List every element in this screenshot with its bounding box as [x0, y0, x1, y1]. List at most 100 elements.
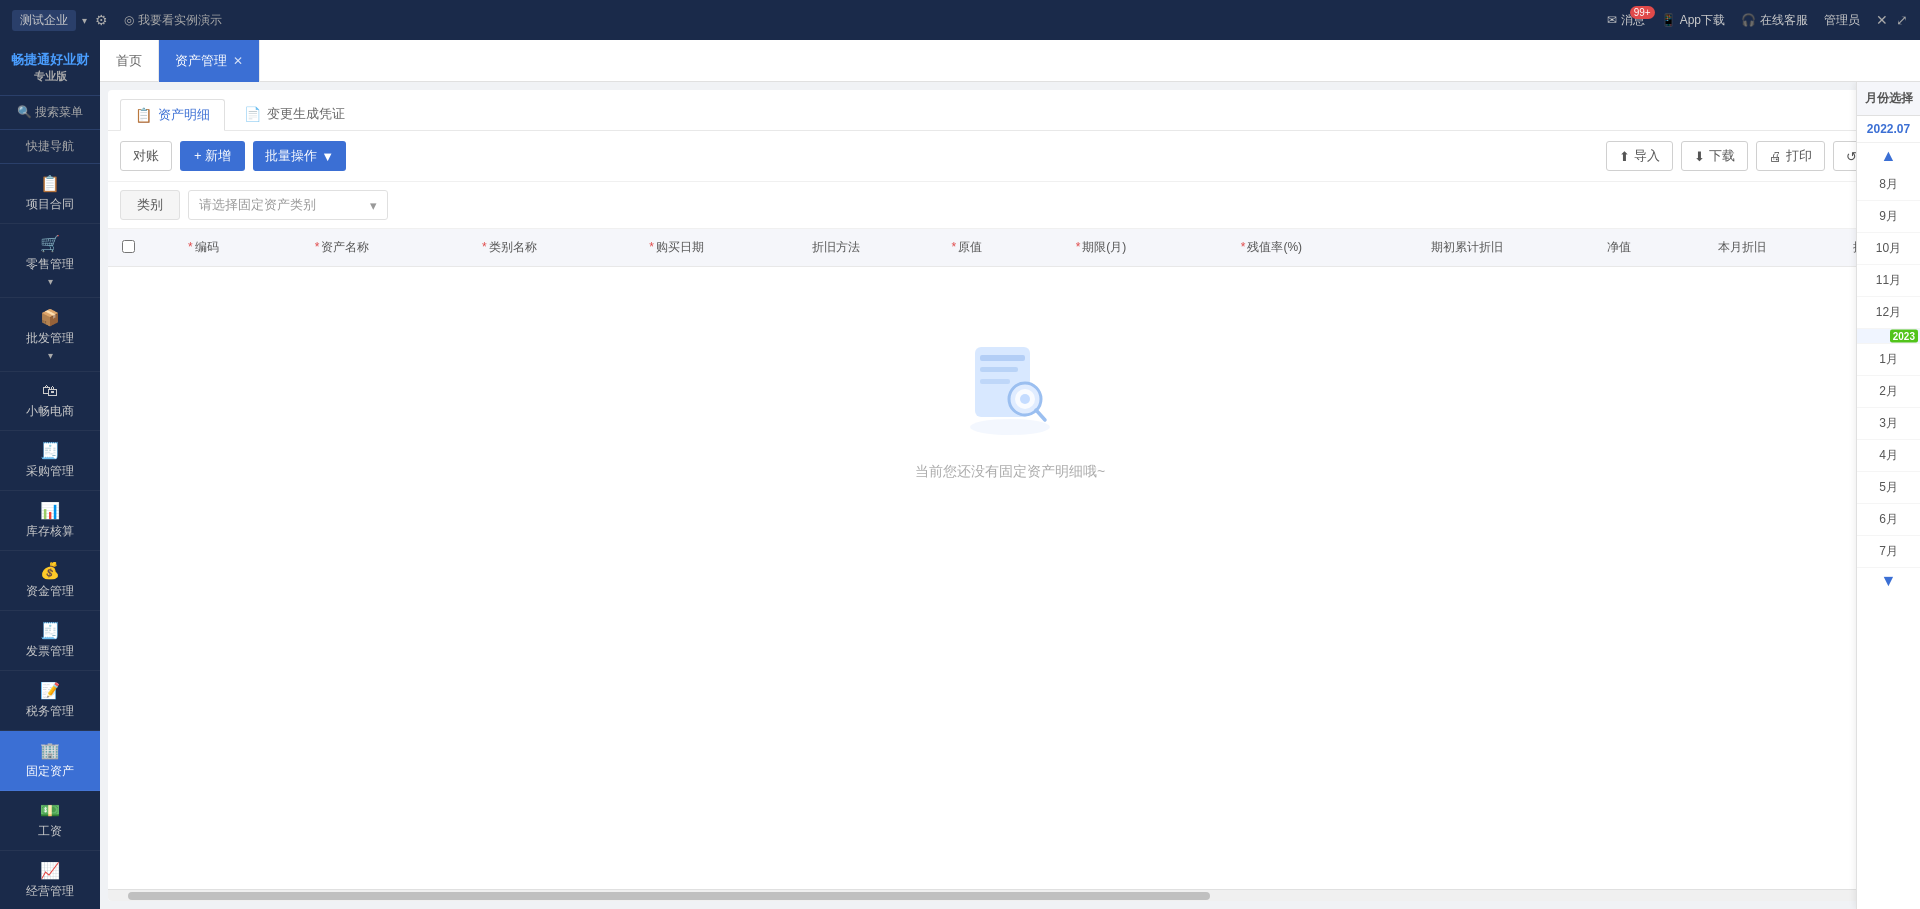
online-service-button[interactable]: 🎧 在线客服 — [1741, 12, 1808, 29]
sidebar-item-tax[interactable]: 📝 税务管理 — [0, 671, 100, 731]
sidebar-item-purchase[interactable]: 🧾 采购管理 — [0, 431, 100, 491]
col-accumulated-depreciation: 期初累计折旧 — [1363, 229, 1571, 267]
quick-nav-label: 快捷导航 — [26, 139, 74, 153]
import-icon: ⬆ — [1619, 149, 1630, 164]
month-item-6[interactable]: 6月 — [1857, 504, 1920, 536]
empty-icon — [950, 327, 1070, 447]
print-label: 打印 — [1786, 147, 1812, 165]
col-purchase-date: *购买日期 — [593, 229, 760, 267]
app-logo: 畅捷通好业财 专业版 — [8, 52, 92, 83]
month-panel-header: 月份选择 — [1857, 82, 1920, 116]
month-item-8[interactable]: 8月 — [1857, 169, 1920, 201]
sidebar-item-label: 税务管理 — [26, 703, 74, 720]
category-placeholder: 请选择固定资产类别 — [199, 196, 316, 214]
month-item-9[interactable]: 9月 — [1857, 201, 1920, 233]
chevron-down-icon: ▾ — [82, 15, 87, 26]
filter-area: 类别 请选择固定资产类别 ▾ — [108, 182, 1912, 229]
batch-button[interactable]: 批量操作 ▼ — [253, 141, 346, 171]
inventory-icon: 📊 — [40, 501, 60, 520]
download-label: 下载 — [1709, 147, 1735, 165]
print-icon: 🖨 — [1769, 149, 1782, 164]
month-panel: 月份选择 2022.07 ▲ 8月 9月 10月 11月 12月 2023 1月… — [1856, 82, 1920, 909]
tab-bar: 首页 资产管理 ✕ — [100, 40, 1920, 82]
sidebar-item-retail[interactable]: 🛒 零售管理 ▾ — [0, 224, 100, 298]
month-item-12[interactable]: 12月 — [1857, 297, 1920, 329]
sidebar-item-label: 零售管理 — [26, 256, 74, 273]
sidebar-item-assets[interactable]: 🏢 固定资产 — [0, 731, 100, 791]
select-all-checkbox[interactable] — [122, 240, 135, 253]
sidebar-item-management[interactable]: 📈 经营管理 — [0, 851, 100, 909]
app-edition: 专业版 — [8, 69, 92, 83]
month-item-5[interactable]: 5月 — [1857, 472, 1920, 504]
print-button[interactable]: 🖨 打印 — [1756, 141, 1825, 171]
sub-tab-voucher-label: 变更生成凭证 — [267, 105, 345, 123]
month-item-4[interactable]: 4月 — [1857, 440, 1920, 472]
sidebar-item-salary[interactable]: 💵 工资 — [0, 791, 100, 851]
sidebar-search[interactable]: 🔍 搜索菜单 — [0, 96, 100, 130]
management-icon: 📈 — [40, 861, 60, 880]
tab-assets-label: 资产管理 — [175, 52, 227, 70]
wholesale-icon: 📦 — [40, 308, 60, 327]
scroll-thumb[interactable] — [128, 892, 1210, 900]
search-icon: 🔍 — [17, 105, 32, 119]
download-button[interactable]: ⬇ 下载 — [1681, 141, 1748, 171]
add-button[interactable]: + 新增 — [180, 141, 245, 171]
month-item-2[interactable]: 2月 — [1857, 376, 1920, 408]
main-layout: 畅捷通好业财 专业版 🔍 搜索菜单 快捷导航 📋 项目合同 🛒 零售管理 ▾ 📦… — [0, 40, 1920, 909]
app-download-button[interactable]: 📱 App下载 — [1661, 12, 1725, 29]
tab-close-icon[interactable]: ✕ — [233, 54, 243, 68]
download-icon: ⬇ — [1694, 149, 1705, 164]
detail-tab-icon: 📋 — [135, 107, 152, 123]
month-item-7[interactable]: 7月 — [1857, 536, 1920, 568]
month-item-1[interactable]: 1月 — [1857, 344, 1920, 376]
project-icon: 📋 — [40, 174, 60, 193]
col-code: *编码 — [148, 229, 258, 267]
message-button[interactable]: ✉ 消息 99+ — [1607, 12, 1645, 29]
sub-tab-voucher[interactable]: 📄 变更生成凭证 — [229, 98, 360, 130]
tab-assets[interactable]: 资产管理 ✕ — [159, 40, 260, 82]
category-filter-select[interactable]: 请选择固定资产类别 ▾ — [188, 190, 388, 220]
col-net-value: 净值 — [1571, 229, 1666, 267]
sidebar-item-label: 发票管理 — [26, 643, 74, 660]
assets-table: *编码 *资产名称 *类别名称 *购买日期 折旧方法 *原值 *期限(月) *残… — [108, 229, 1912, 541]
demo-icon: ◎ — [124, 13, 134, 27]
import-button[interactable]: ⬆ 导入 — [1606, 141, 1673, 171]
company-selector[interactable]: 测试企业 ▾ — [12, 10, 87, 31]
sidebar-item-wholesale[interactable]: 📦 批发管理 ▾ — [0, 298, 100, 372]
batch-arrow-icon: ▼ — [321, 149, 334, 164]
empty-text: 当前您还没有固定资产明细哦~ — [915, 463, 1105, 481]
sidebar: 畅捷通好业财 专业版 🔍 搜索菜单 快捷导航 📋 项目合同 🛒 零售管理 ▾ 📦… — [0, 40, 100, 909]
assets-icon: 🏢 — [40, 741, 60, 760]
sub-tab-detail[interactable]: 📋 资产明细 — [120, 99, 225, 131]
month-item-3[interactable]: 3月 — [1857, 408, 1920, 440]
month-nav-up-button[interactable]: ▲ — [1857, 143, 1920, 169]
sidebar-item-inventory[interactable]: 📊 库存核算 — [0, 491, 100, 551]
close-panel-icon[interactable]: ✕ — [1876, 12, 1888, 28]
month-item-11[interactable]: 11月 — [1857, 265, 1920, 297]
sidebar-item-finance[interactable]: 💰 资金管理 — [0, 551, 100, 611]
month-item-year-2023[interactable]: 2023 — [1857, 329, 1920, 344]
purchase-icon: 🧾 — [40, 441, 60, 460]
sidebar-item-project[interactable]: 📋 项目合同 — [0, 164, 100, 224]
sidebar-header: 畅捷通好业财 专业版 — [0, 40, 100, 96]
demo-link[interactable]: ◎ 我要看实例演示 — [124, 12, 222, 29]
sidebar-item-label: 库存核算 — [26, 523, 74, 540]
col-monthly-depreciation: 本月折旧 — [1666, 229, 1817, 267]
headset-icon: 🎧 — [1741, 13, 1756, 27]
page-content: 📋 资产明细 📄 变更生成凭证 对账 + 新增 — [100, 82, 1920, 909]
chevron-down-icon: ▾ — [48, 276, 53, 287]
gear-icon[interactable]: ⚙ — [95, 12, 108, 28]
table-wrapper: *编码 *资产名称 *类别名称 *购买日期 折旧方法 *原值 *期限(月) *残… — [108, 229, 1912, 889]
sidebar-item-ecommerce[interactable]: 🛍 小畅电商 — [0, 372, 100, 431]
month-nav-down-button[interactable]: ▼ — [1857, 568, 1920, 594]
retail-icon: 🛒 — [40, 234, 60, 253]
sidebar-quick-nav[interactable]: 快捷导航 — [0, 130, 100, 164]
sidebar-item-invoice[interactable]: 🧾 发票管理 — [0, 611, 100, 671]
month-item-10[interactable]: 10月 — [1857, 233, 1920, 265]
expand-panel-icon[interactable]: ⤢ — [1896, 12, 1908, 28]
reconcile-button[interactable]: 对账 — [120, 141, 172, 171]
company-name[interactable]: 测试企业 — [12, 10, 76, 31]
app-name: 畅捷通好业财 — [8, 52, 92, 69]
tab-home[interactable]: 首页 — [100, 40, 159, 82]
bottom-scrollbar[interactable] — [108, 889, 1912, 901]
